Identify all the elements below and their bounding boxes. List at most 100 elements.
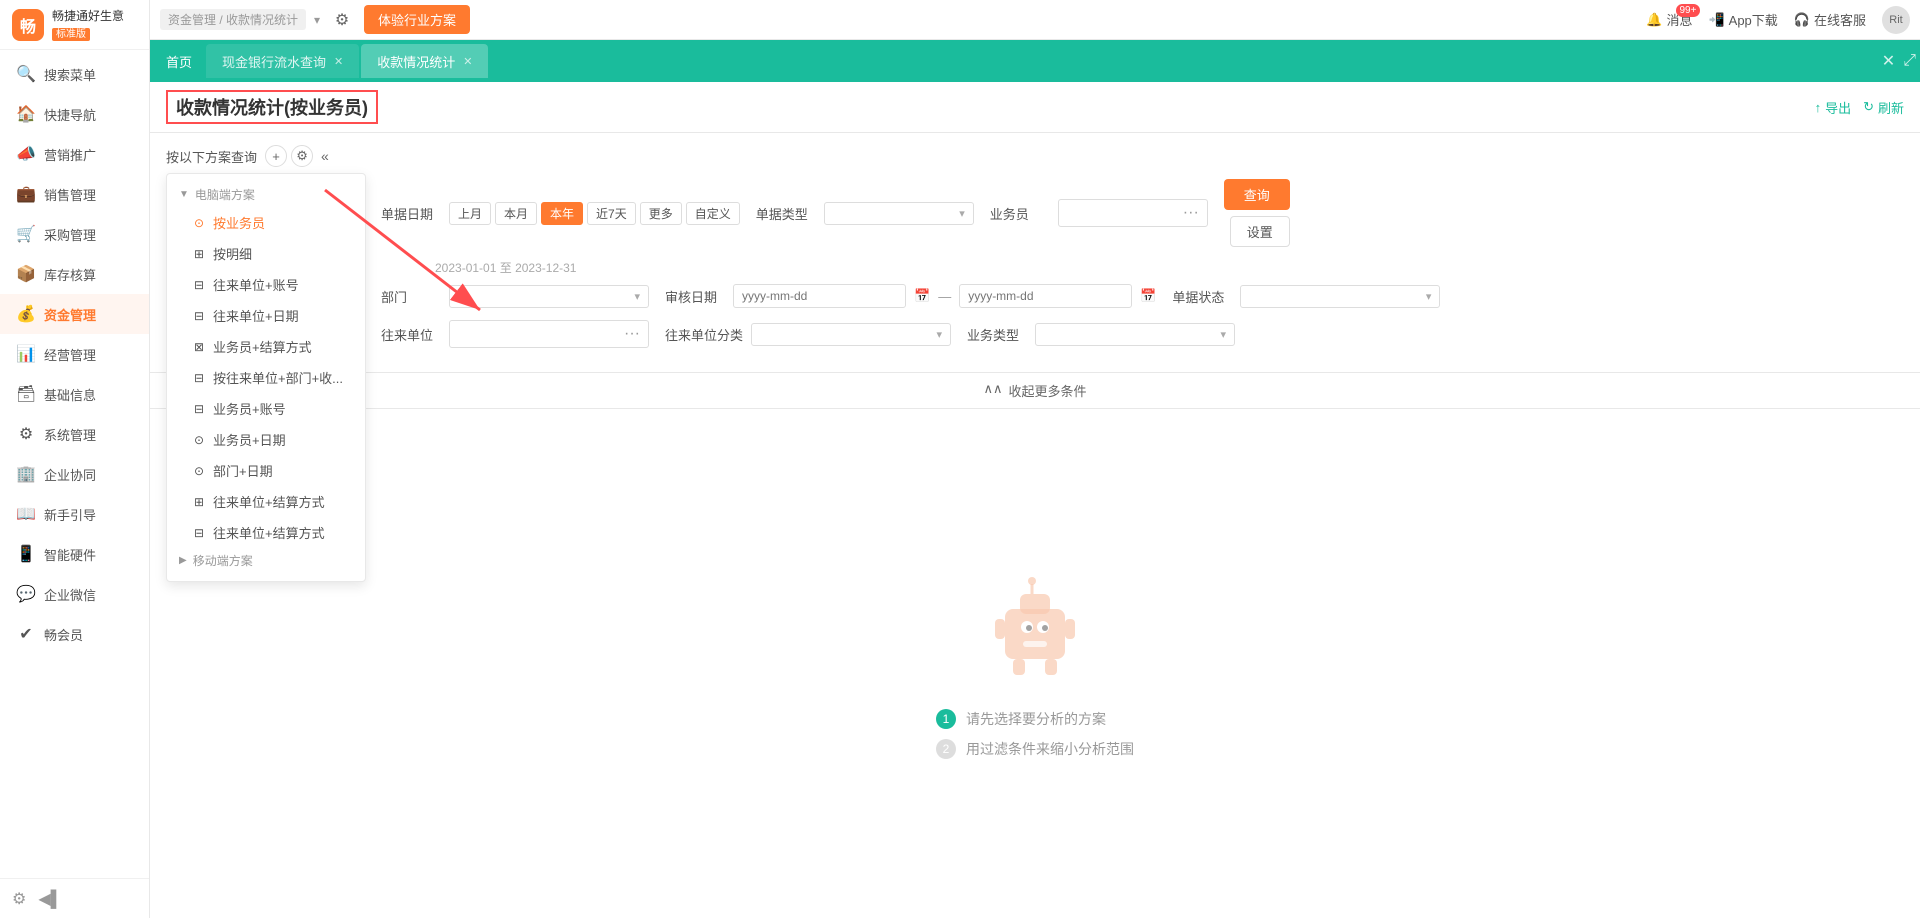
- wechat-icon: 💬: [16, 584, 36, 604]
- query-button[interactable]: 查询: [1224, 179, 1290, 210]
- dept-select[interactable]: ▾: [449, 285, 649, 308]
- scheme-item-dept-date[interactable]: ⊙ 部门+日期: [167, 455, 365, 486]
- system-icon: ⚙: [16, 424, 36, 444]
- review-date-end-input[interactable]: [959, 284, 1132, 308]
- app-download-area[interactable]: 📲 App下载: [1708, 10, 1777, 29]
- sidebar-item-baseinfo[interactable]: 🗃 基础信息: [0, 374, 149, 414]
- category-select[interactable]: ▾: [824, 202, 974, 225]
- calendar-end-icon[interactable]: 📅: [1140, 288, 1156, 304]
- online-service-label: 在线客服: [1814, 10, 1866, 29]
- review-date-start-input[interactable]: [733, 284, 906, 308]
- pc-group-arrow: ▼: [179, 189, 189, 200]
- sidebar-item-purchase[interactable]: 🛒 采购管理: [0, 214, 149, 254]
- sidebar-item-guide[interactable]: 📖 新手引导: [0, 494, 149, 534]
- date-dash: —: [938, 289, 951, 304]
- sidebar-item-quicknav[interactable]: 🏠 快捷导航: [0, 94, 149, 134]
- sidebar-item-system[interactable]: ⚙ 系统管理: [0, 414, 149, 454]
- date-btn-7days[interactable]: 近7天: [587, 202, 636, 225]
- scheme-item-partner-date[interactable]: ⊟ 往来单位+日期: [167, 300, 365, 331]
- tab-bank-flow-close[interactable]: ✕: [334, 55, 343, 68]
- date-range-display: 2023-01-01 至 2023-12-31: [381, 259, 1904, 276]
- partner-category-select[interactable]: ▾: [751, 323, 951, 346]
- scheme-item-label: 部门+日期: [213, 461, 273, 480]
- close-all-tabs-btn[interactable]: ✕: [1882, 51, 1895, 71]
- scheme-item-sp-account[interactable]: ⊟ 业务员+账号: [167, 393, 365, 424]
- guide-icon: 📖: [16, 504, 36, 524]
- filter-group-date: 单据日期 上月 本月 本年 近7天 更多 自定义: [381, 202, 740, 225]
- user-avatar[interactable]: Rit: [1882, 6, 1910, 34]
- app-badge: 标准版: [52, 28, 90, 41]
- scheme-item-sp-date[interactable]: ⊙ 业务员+日期: [167, 424, 365, 455]
- sidebar-item-sales[interactable]: 💼 销售管理: [0, 174, 149, 214]
- sidebar-item-vip[interactable]: ✔ 畅会员: [0, 614, 149, 654]
- scheme-item-partner-settle1[interactable]: ⊞ 往来单位+结算方式: [167, 486, 365, 517]
- status-select[interactable]: ▾: [1240, 285, 1440, 308]
- tab-collection-stats-close[interactable]: ✕: [463, 55, 472, 68]
- sidebar-item-hardware[interactable]: 📱 智能硬件: [0, 534, 149, 574]
- filter-group-biz-type: 业务类型 ▾: [967, 323, 1235, 346]
- add-scheme-btn[interactable]: +: [265, 145, 287, 167]
- collapse-scheme-btn[interactable]: «: [321, 148, 329, 164]
- sidebar-item-search[interactable]: 🔍 搜索菜单: [0, 54, 149, 94]
- trial-button[interactable]: 体验行业方案: [364, 5, 470, 34]
- mobile-group-title[interactable]: ▶ 移动端方案: [167, 548, 365, 573]
- scheme-item-by-detail[interactable]: ⊞ 按明细: [167, 238, 365, 269]
- collapse-up-icon: ∧∧: [983, 381, 1002, 400]
- filter-group-salesperson: 业务员 ···: [990, 199, 1208, 227]
- breadcrumb-dropdown-icon[interactable]: ▾: [314, 13, 320, 27]
- salesperson-select[interactable]: ···: [1058, 199, 1208, 227]
- refresh-icon: ↻: [1863, 99, 1874, 115]
- scheme-item-partner-account[interactable]: ⊟ 往来单位+账号: [167, 269, 365, 300]
- sidebar-item-operations[interactable]: 📊 经营管理: [0, 334, 149, 374]
- query-area: 按以下方案查询 + ⚙ « ▼ 电脑端方案 ⊙ 按业务员 ⊞: [150, 133, 1920, 373]
- settings-button[interactable]: 设置: [1230, 216, 1290, 247]
- collapse-sidebar-btn[interactable]: ◀▌: [38, 889, 62, 909]
- tab-bank-flow[interactable]: 现金银行流水查询 ✕: [206, 44, 359, 78]
- step-2-label: 用过滤条件来缩小分析范围: [966, 739, 1134, 759]
- page-header: 收款情况统计(按业务员) ↑ 导出 ↻ 刷新: [150, 82, 1920, 133]
- sidebar-item-marketing[interactable]: 📣 营销推广: [0, 134, 149, 174]
- collapse-more-bar[interactable]: ∧∧ 收起更多条件: [150, 373, 1920, 409]
- mobile-group-arrow: ▶: [179, 555, 187, 566]
- partner-more-icon[interactable]: ···: [624, 325, 640, 343]
- date-btn-last-month[interactable]: 上月: [449, 202, 491, 225]
- refresh-button[interactable]: ↻ 刷新: [1863, 98, 1904, 117]
- sidebar-item-enterprise[interactable]: 🏢 企业协同: [0, 454, 149, 494]
- header-gear-btn[interactable]: ⚙: [328, 6, 356, 34]
- sidebar-item-finance[interactable]: 💰 资金管理: [0, 294, 149, 334]
- calendar-start-icon[interactable]: 📅: [914, 288, 930, 304]
- sidebar-item-guide-label: 新手引导: [44, 505, 96, 524]
- salesperson-more-icon[interactable]: ···: [1183, 204, 1199, 222]
- pc-group-title[interactable]: ▼ 电脑端方案: [167, 182, 365, 207]
- mobile-group-label: 移动端方案: [193, 552, 253, 569]
- scheme-item-label: 往来单位+日期: [213, 306, 299, 325]
- sidebar-item-finance-label: 资金管理: [44, 305, 96, 324]
- scheme-icon-salesperson: ⊙: [191, 215, 207, 231]
- partner-select[interactable]: ···: [449, 320, 649, 348]
- tab-collection-stats[interactable]: 收款情况统计 ✕: [361, 44, 488, 78]
- sidebar-item-marketing-label: 营销推广: [44, 145, 96, 164]
- scheme-item-by-salesperson[interactable]: ⊙ 按业务员: [167, 207, 365, 238]
- scheme-settings-btn[interactable]: ⚙: [291, 145, 313, 167]
- online-service-area[interactable]: 🎧 在线客服: [1794, 10, 1866, 29]
- scheme-item-partner-settle2[interactable]: ⊟ 往来单位+结算方式: [167, 517, 365, 548]
- export-button[interactable]: ↑ 导出: [1815, 98, 1852, 117]
- sidebar-item-wechat[interactable]: 💬 企业微信: [0, 574, 149, 614]
- scheme-item-label: 往来单位+账号: [213, 275, 299, 294]
- tab-home[interactable]: 首页: [154, 46, 204, 77]
- sidebar-item-inventory[interactable]: 📦 库存核算: [0, 254, 149, 294]
- empty-state: 1 请先选择要分析的方案 2 用过滤条件来缩小分析范围: [150, 409, 1920, 918]
- date-btn-more[interactable]: 更多: [640, 202, 682, 225]
- date-btn-this-month[interactable]: 本月: [495, 202, 537, 225]
- scheme-item-salesperson-settle[interactable]: ⊠ 业务员+结算方式: [167, 331, 365, 362]
- date-btn-this-year[interactable]: 本年: [541, 202, 583, 225]
- settings-footer-btn[interactable]: ⚙: [12, 889, 26, 909]
- tab-collection-stats-label: 收款情况统计: [377, 52, 455, 71]
- finance-icon: 💰: [16, 304, 36, 324]
- date-btn-custom[interactable]: 自定义: [686, 202, 740, 225]
- maximize-btn[interactable]: ⤢: [1903, 52, 1916, 70]
- sidebar-item-enterprise-label: 企业协同: [44, 465, 96, 484]
- biz-type-select[interactable]: ▾: [1035, 323, 1235, 346]
- notification-area[interactable]: 🔔 消息 99+: [1646, 10, 1692, 29]
- scheme-item-partner-dept-coll[interactable]: ⊟ 按往来单位+部门+收...: [167, 362, 365, 393]
